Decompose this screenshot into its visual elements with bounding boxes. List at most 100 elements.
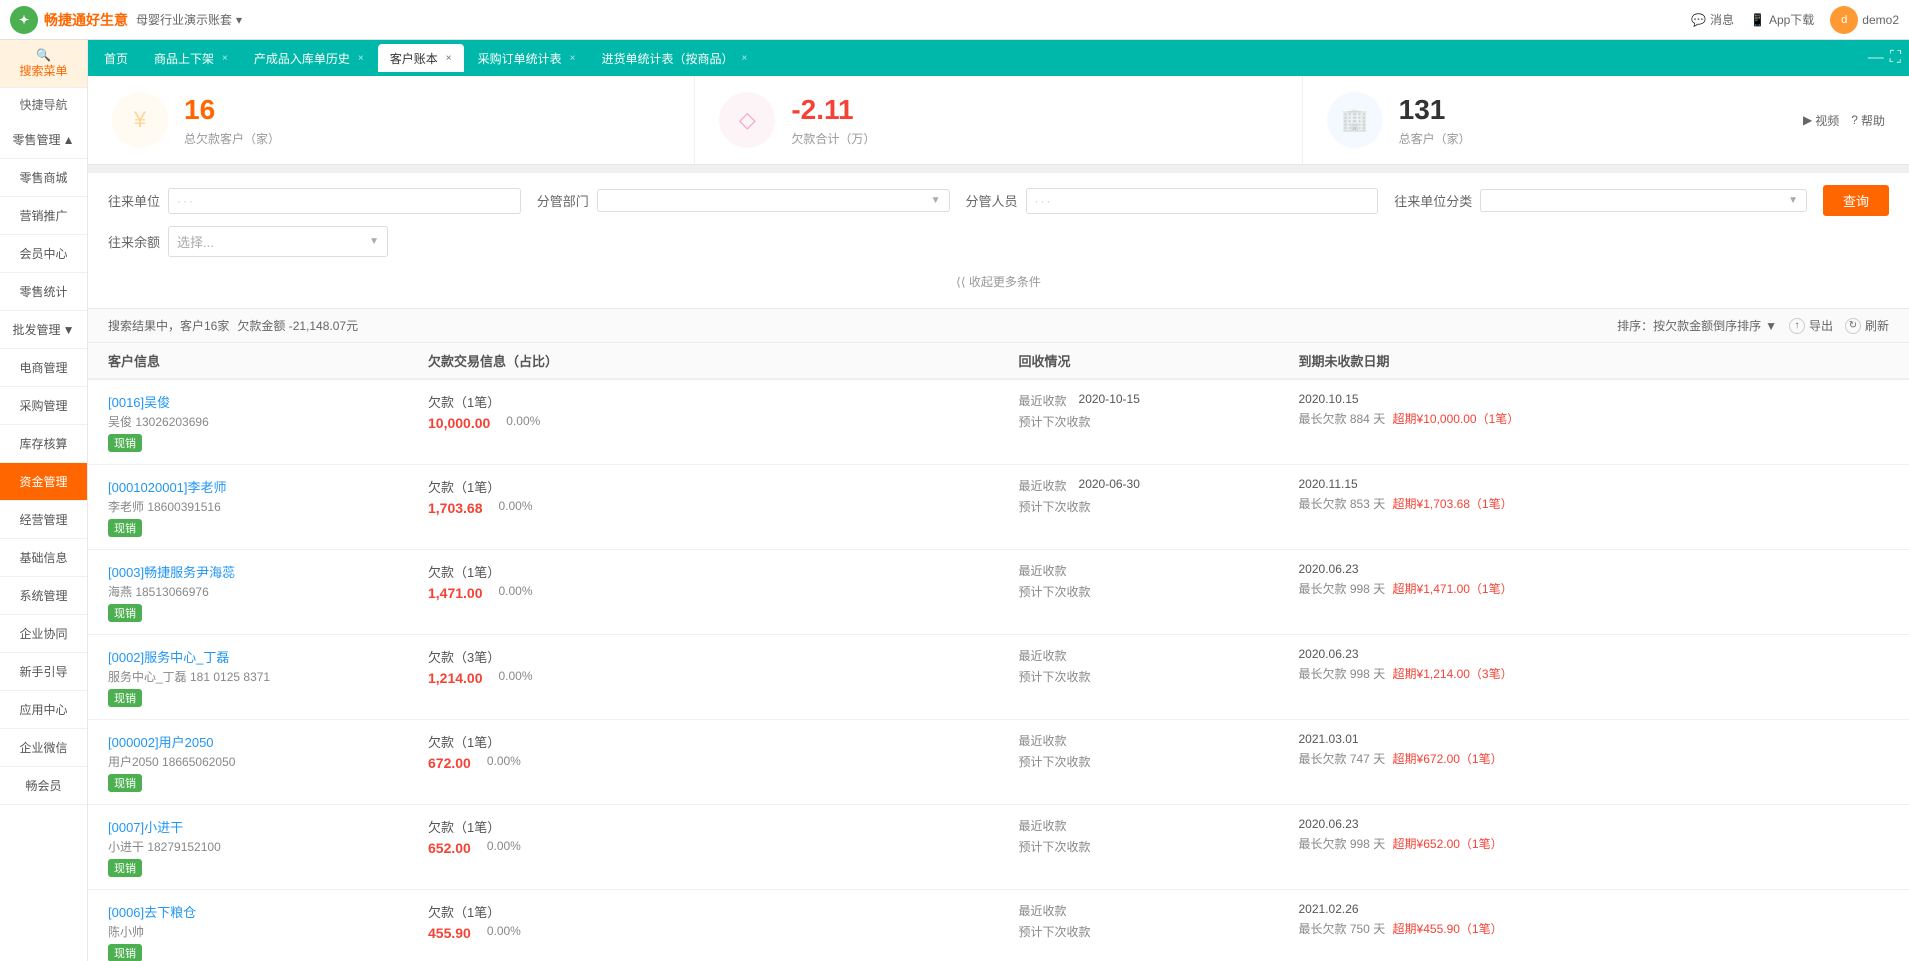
filter-group-balance: 往来余额 选择... ▼ [108,226,388,257]
filter-label-manager: 分管人员 [966,191,1018,210]
debt-amount[interactable]: 1,471.00 [428,585,483,601]
due-date: 2021.02.26 [1299,902,1890,916]
customer-tag: 现销 [108,859,142,877]
app-name: 畅捷通好生意 [44,10,128,30]
sidebar-item-retail-stats[interactable]: 零售统计 [0,273,87,311]
export-button[interactable]: ↑ 导出 [1789,317,1833,334]
search-button[interactable]: 查询 [1823,185,1889,216]
sidebar-item-ecommerce[interactable]: 电商管理 [0,349,87,387]
sidebar-item-system[interactable]: 系统管理 [0,577,87,615]
overdue-amount-link[interactable]: 超期¥672.00（1笔） [1393,752,1503,766]
overdue-amount-link[interactable]: 超期¥10,000.00（1笔） [1393,412,1520,426]
sidebar-item-purchase[interactable]: 采购管理 [0,387,87,425]
tab-purchase-stats[interactable]: 采购订单统计表 × [466,44,588,72]
user-avatar-area[interactable]: d demo2 [1830,6,1899,34]
overdue-amount-link[interactable]: 超期¥1,703.68（1笔） [1393,497,1513,511]
tab-close-icon[interactable]: × [446,53,452,64]
search-menu-button[interactable]: 🔍 搜索菜单 [0,40,87,88]
help-button[interactable]: ? 帮助 [1851,112,1885,129]
company-selector[interactable]: 母婴行业演示账套 ▾ [136,11,242,28]
filter-select-manager[interactable]: ··· [1026,188,1379,214]
col-header-due: 到期未收款日期 [1299,351,1890,370]
debt-amount[interactable]: 455.90 [428,925,471,941]
sidebar-item-finance[interactable]: 资金管理 [0,463,87,501]
app-download-button[interactable]: 📱 App下载 [1750,11,1814,28]
due-date-cell: 2020.11.15 最长欠款 853 天 超期¥1,703.68（1笔） [1299,477,1890,512]
tab-customer-ledger[interactable]: 客户账本 × [378,44,464,72]
sidebar-item-apps[interactable]: 应用中心 [0,691,87,729]
tab-home[interactable]: 首页 [92,44,140,72]
tab-product-listing[interactable]: 商品上下架 × [142,44,240,72]
result-actions: 排序：按欠款金额倒序排序 ▼ ↑ 导出 ↻ 刷新 [1617,317,1889,334]
sidebar-item-marketing[interactable]: 营销推广 [0,197,87,235]
debt-percent: 0.00% [499,669,533,683]
overdue-amount-link[interactable]: 超期¥652.00（1笔） [1393,837,1503,851]
debt-amount[interactable]: 1,214.00 [428,670,483,686]
sidebar-item-wechat[interactable]: 企业微信 [0,729,87,767]
tab-production-history[interactable]: 产成品入库单历史 × [242,44,376,72]
overdue-amount-link[interactable]: 超期¥1,214.00（3笔） [1393,667,1513,681]
filter-select-unit[interactable]: ··· [168,188,521,214]
sidebar-item-inventory[interactable]: 库存核算 [0,425,87,463]
sidebar-item-retail-mall[interactable]: 零售商城 [0,159,87,197]
debt-amount[interactable]: 672.00 [428,755,471,771]
debt-info-cell: 欠款（1笔） 1,703.68 0.00% [428,477,1019,516]
window-minimize-icon[interactable]: — [1868,49,1884,67]
debt-amount[interactable]: 1,703.68 [428,500,483,516]
table-body: [0016]吴俊 吴俊 13026203696 现销 欠款（1笔） 10,000… [88,380,1909,961]
customer-phone: 小进干 18279152100 [108,838,428,855]
refresh-button[interactable]: ↻ 刷新 [1845,317,1889,334]
window-maximize-icon[interactable]: ⛶ [1890,49,1901,67]
overdue-info: 最长欠款 884 天 超期¥10,000.00（1笔） [1299,410,1890,427]
overdue-amount-link[interactable]: 超期¥1,471.00（1笔） [1393,582,1513,596]
customer-name-link[interactable]: [0003]畅捷服务尹海蕊 [108,565,235,580]
customer-tag: 现销 [108,434,142,452]
sidebar-item-basic-info[interactable]: 基础信息 [0,539,87,577]
tab-bar: 首页 商品上下架 × 产成品入库单历史 × 客户账本 × 采购订单统计表 × 进… [88,40,1909,76]
customer-name-link[interactable]: [0001020001]李老师 [108,480,227,495]
message-button[interactable]: 💬 消息 [1691,11,1734,28]
debt-amount[interactable]: 10,000.00 [428,415,490,431]
tab-close-icon[interactable]: × [741,53,747,64]
stats-row: ¥ 16 总欠款客户（家） ◇ -2.11 欠款合计（万） 🏢 [88,76,1909,165]
filter-select-category[interactable]: ▼ [1480,189,1807,212]
debt-label: 欠款（1笔） [428,392,1019,411]
download-icon: 📱 [1750,13,1765,27]
customer-name-link[interactable]: [0006]去下粮仓 [108,905,196,920]
total-debt-label: 欠款合计（万） [791,130,875,147]
sidebar-item-quick-nav[interactable]: 快捷导航 [0,88,87,121]
customer-name-link[interactable]: [0002]服务中心_丁磊 [108,650,229,665]
sidebar-item-member-center[interactable]: 会员中心 [0,235,87,273]
filter-select-balance[interactable]: 选择... ▼ [168,226,388,257]
overdue-amount-link[interactable]: 超期¥455.90（1笔） [1393,922,1503,936]
sidebar-item-guide[interactable]: 新手引导 [0,653,87,691]
video-button[interactable]: ▶ 视频 [1803,112,1839,129]
video-icon: ▶ [1803,113,1812,127]
debt-info-cell: 欠款（1笔） 652.00 0.00% [428,817,1019,856]
collapse-filters-button[interactable]: ⟨⟨ 收起更多条件 [108,267,1889,296]
sidebar-item-retail-management[interactable]: 零售管理▲ [0,121,87,159]
overdue-info: 最长欠款 998 天 超期¥1,214.00（3笔） [1299,665,1890,682]
filter-select-dept[interactable]: ▼ [597,189,950,212]
due-date-cell: 2021.03.01 最长欠款 747 天 超期¥672.00（1笔） [1299,732,1890,767]
sidebar-item-wholesale[interactable]: 批发管理▼ [0,311,87,349]
chevron-down-icon: ▼ [1765,319,1777,333]
customer-name-link[interactable]: [0007]小进干 [108,820,183,835]
collection-info-cell: 最近收款 预计下次收款 [1019,562,1299,604]
customer-name-link[interactable]: [0016]吴俊 [108,395,170,410]
overdue-days-label: 最长欠款 998 天 [1299,837,1386,851]
sidebar-item-enterprise[interactable]: 企业协同 [0,615,87,653]
sidebar-item-operations[interactable]: 经营管理 [0,501,87,539]
tab-close-icon[interactable]: × [358,53,364,64]
sidebar-item-member[interactable]: 畅会员 [0,767,87,805]
next-payment-label: 预计下次收款 [1019,498,1091,515]
filter-label-balance: 往来余额 [108,232,160,251]
last-payment-label: 最近收款 [1019,562,1067,579]
debt-amount[interactable]: 652.00 [428,840,471,856]
filter-group-unit: 往来单位 ··· [108,188,521,214]
sort-select[interactable]: 排序：按欠款金额倒序排序 ▼ [1617,317,1777,334]
tab-close-icon[interactable]: × [570,53,576,64]
customer-name-link[interactable]: [000002]用户2050 [108,735,214,750]
tab-close-icon[interactable]: × [222,53,228,64]
tab-inbound-stats[interactable]: 进货单统计表（按商品） × [589,44,759,72]
